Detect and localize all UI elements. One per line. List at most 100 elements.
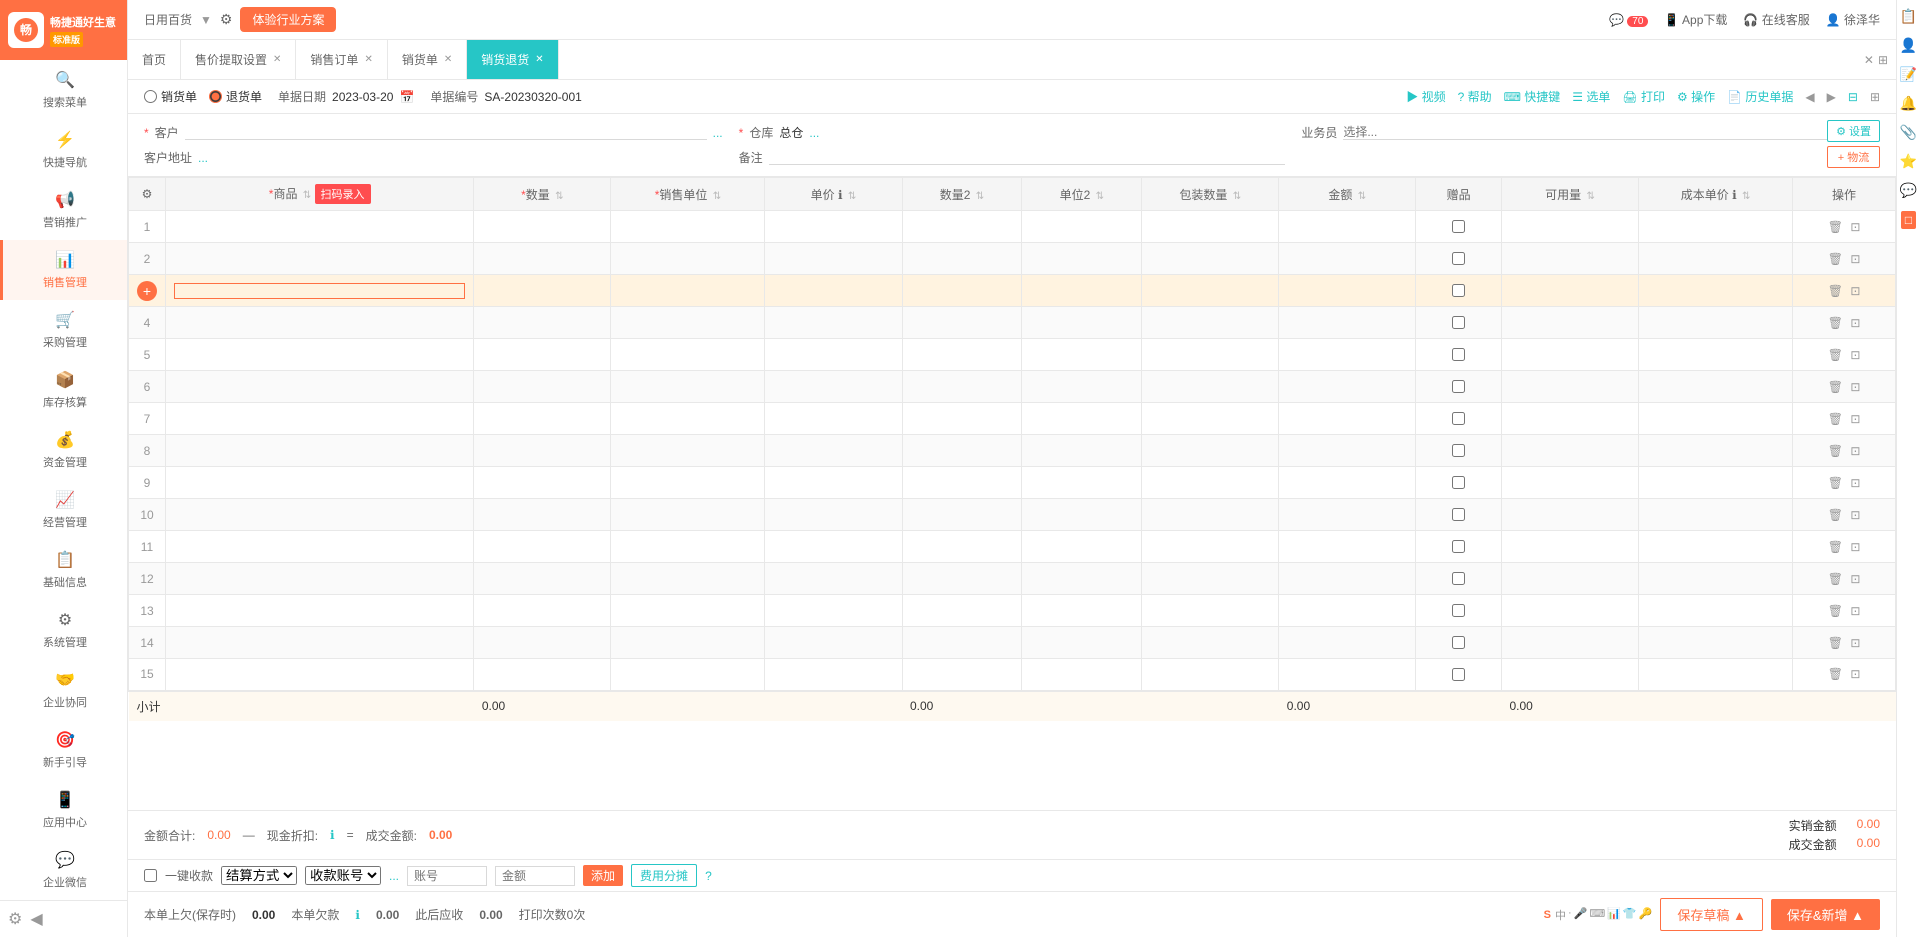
sort-product-icon[interactable]: ⇅ (303, 190, 311, 201)
row-unit-2[interactable] (611, 243, 765, 275)
toolbar-video[interactable]: ▶ 视频 (1406, 88, 1445, 105)
row-product-1[interactable] (166, 211, 474, 243)
row-unit2-14[interactable] (1022, 627, 1142, 659)
row-cost-4[interactable] (1638, 307, 1792, 339)
delete-icon-3[interactable]: 🗑 (1828, 284, 1843, 298)
row-price-11[interactable] (765, 531, 902, 563)
sidebar-item-system[interactable]: ⚙ 系统管理 (0, 600, 127, 660)
row-unit2-15[interactable] (1022, 659, 1142, 691)
row-amount-12[interactable] (1279, 563, 1416, 595)
delete-icon-13[interactable]: 🗑 (1828, 604, 1843, 618)
copy-icon-2[interactable]: ⊡ (1850, 252, 1860, 266)
row-unit-7[interactable] (611, 403, 765, 435)
row-available-13[interactable] (1501, 595, 1638, 627)
row-unit2-7[interactable] (1022, 403, 1142, 435)
delete-icon-9[interactable]: 🗑 (1828, 476, 1843, 490)
row-product-8[interactable] (166, 435, 474, 467)
row-available-11[interactable] (1501, 531, 1638, 563)
delete-icon-4[interactable]: 🗑 (1828, 316, 1843, 330)
sidebar-item-apps[interactable]: 📱 应用中心 (0, 780, 127, 840)
sidebar-item-basic[interactable]: 📋 基础信息 (0, 540, 127, 600)
gift-checkbox-7[interactable] (1452, 412, 1465, 425)
row-price-8[interactable] (765, 435, 902, 467)
row-product-5[interactable] (166, 339, 474, 371)
toolbar-prev-icon[interactable]: ◀ (1805, 90, 1814, 104)
row-qty2-2[interactable] (902, 243, 1022, 275)
fenyong-button[interactable]: 费用分摊 (631, 864, 697, 887)
row-price-2[interactable] (765, 243, 902, 275)
sidebar-item-inventory[interactable]: 📦 库存核算 (0, 360, 127, 420)
account-dots[interactable]: ... (389, 869, 399, 883)
toolbar-next-icon[interactable]: ▶ (1827, 90, 1836, 104)
copy-icon-4[interactable]: ⊡ (1850, 316, 1860, 330)
row-cost-2[interactable] (1638, 243, 1792, 275)
row-available-4[interactable] (1501, 307, 1638, 339)
row-available-6[interactable] (1501, 371, 1638, 403)
row-pkg-9[interactable] (1142, 467, 1279, 499)
tool7-icon[interactable]: 🔑 (1639, 907, 1653, 923)
sidebar-item-enterprise[interactable]: 🤝 企业协同 (0, 660, 127, 720)
app-download-link[interactable]: 📱 App下载 (1664, 11, 1727, 28)
sort-unit-icon[interactable]: ⇅ (713, 191, 721, 202)
tool6-icon[interactable]: 👕 (1623, 907, 1637, 923)
right-icon-3[interactable]: 📝 (1900, 66, 1917, 83)
tool3-icon[interactable]: 🎤 (1574, 907, 1588, 923)
row-available-2[interactable] (1501, 243, 1638, 275)
row-unit2-6[interactable] (1022, 371, 1142, 403)
row-amount-3[interactable] (1279, 275, 1416, 307)
row-cost-9[interactable] (1638, 467, 1792, 499)
sort-price-icon[interactable]: ⇅ (848, 191, 856, 202)
copy-icon-10[interactable]: ⊡ (1850, 508, 1860, 522)
delete-icon-15[interactable]: 🗑 (1828, 667, 1843, 681)
row-cost-8[interactable] (1638, 435, 1792, 467)
tab-price-extract-close[interactable]: ✕ (273, 54, 281, 65)
row-pkg-2[interactable] (1142, 243, 1279, 275)
save-draft-button[interactable]: 保存草稿 ▲ (1660, 898, 1763, 931)
message-icon[interactable]: 💬 70 (1609, 13, 1648, 27)
row-product-6[interactable] (166, 371, 474, 403)
sort-pkg-icon[interactable]: ⇅ (1233, 191, 1241, 202)
row-price-5[interactable] (765, 339, 902, 371)
experience-button[interactable]: 体验行业方案 (240, 7, 336, 32)
account-select[interactable]: 收款账号 (305, 866, 381, 885)
row-qty2-10[interactable] (902, 499, 1022, 531)
row-qty2-11[interactable] (902, 531, 1022, 563)
delete-icon-2[interactable]: 🗑 (1828, 252, 1843, 266)
row-unit-10[interactable] (611, 499, 765, 531)
sidebar-item-purchase[interactable]: 🛒 采购管理 (0, 300, 127, 360)
row-qty2-4[interactable] (902, 307, 1022, 339)
delete-icon-14[interactable]: 🗑 (1828, 636, 1843, 650)
row-qty2-7[interactable] (902, 403, 1022, 435)
row-amount-11[interactable] (1279, 531, 1416, 563)
right-icon-2[interactable]: 👤 (1900, 37, 1917, 54)
row-product-14[interactable] (166, 627, 474, 659)
right-icon-4[interactable]: 🔔 (1900, 95, 1917, 112)
row-qty-4[interactable] (474, 307, 611, 339)
right-icon-active[interactable]: □ (1901, 211, 1916, 229)
tab-sales-order-close[interactable]: ✕ (364, 54, 372, 65)
row-qty2-9[interactable] (902, 467, 1022, 499)
row-pkg-6[interactable] (1142, 371, 1279, 403)
sort-amount-icon[interactable]: ⇅ (1358, 191, 1366, 202)
row-price-13[interactable] (765, 595, 902, 627)
toolbar-print[interactable]: 🖨 打印 (1622, 88, 1665, 105)
radio-sale-input[interactable] (144, 90, 157, 103)
row-unit-1[interactable] (611, 211, 765, 243)
row-cost-6[interactable] (1638, 371, 1792, 403)
tool5-icon[interactable]: 📊 (1607, 907, 1621, 923)
sidebar-item-guide[interactable]: 🎯 新手引导 (0, 720, 127, 780)
right-icon-1[interactable]: 📋 (1900, 8, 1917, 25)
sidebar-item-wechat[interactable]: 💬 企业微信 (0, 840, 127, 900)
save-new-dropdown-icon[interactable]: ▲ (1851, 908, 1864, 923)
row-unit-14[interactable] (611, 627, 765, 659)
row-cost-1[interactable] (1638, 211, 1792, 243)
radio-sale[interactable]: 销货单 (144, 88, 197, 105)
copy-icon-8[interactable]: ⊡ (1850, 444, 1860, 458)
row-unit2-5[interactable] (1022, 339, 1142, 371)
delete-icon-8[interactable]: 🗑 (1828, 444, 1843, 458)
tab-menu-icon[interactable]: ⊞ (1878, 53, 1888, 67)
gift-checkbox-4[interactable] (1452, 316, 1465, 329)
row-price-3[interactable] (765, 275, 902, 307)
gift-checkbox-3[interactable] (1452, 284, 1465, 297)
row-unit2-8[interactable] (1022, 435, 1142, 467)
